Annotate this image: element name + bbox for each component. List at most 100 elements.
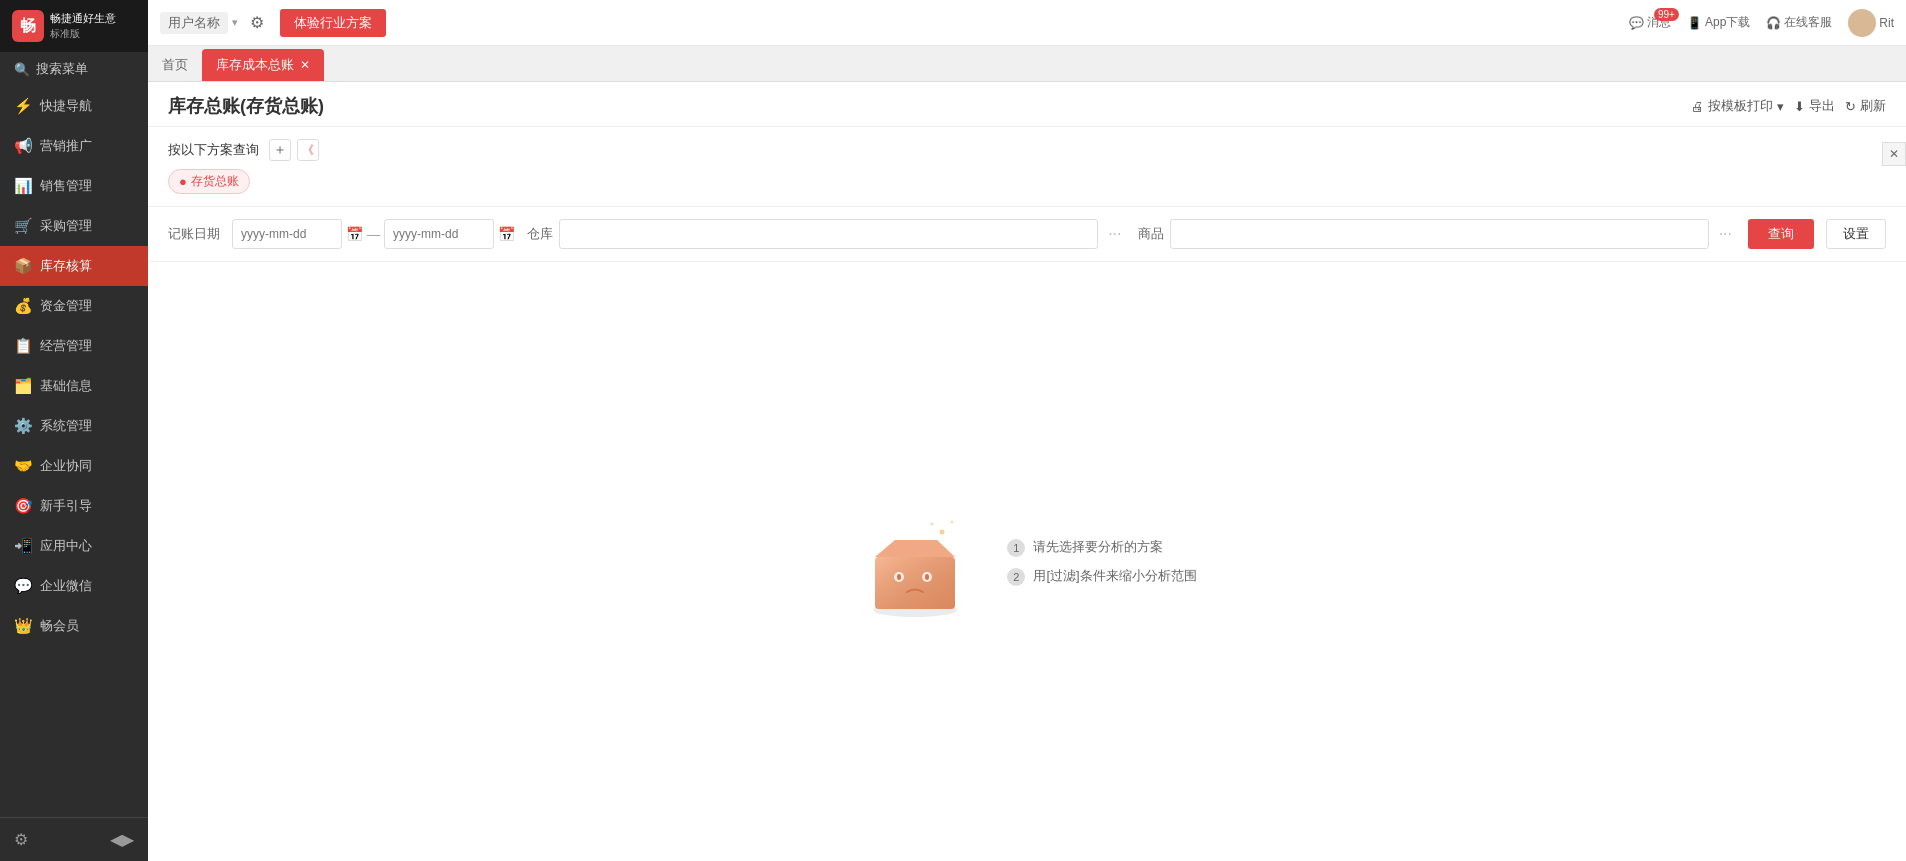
message-badge: 99+ [1654, 8, 1679, 21]
sidebar-item-marketing[interactable]: 📢 营销推广 [0, 126, 148, 166]
main-area: 用户名称 ▾ ⚙ 体验行业方案 💬 消息 99+ 📱 App下载 🎧 在线客服 … [148, 0, 1906, 861]
svg-point-9 [931, 522, 934, 525]
tab-home[interactable]: 首页 [148, 49, 202, 81]
date-start-input[interactable] [232, 219, 342, 249]
sidebar-item-finance[interactable]: 💰 资金管理 [0, 286, 148, 326]
empty-illustration [857, 502, 977, 622]
date-end-input[interactable] [384, 219, 494, 249]
step-2-circle: 2 [1007, 568, 1025, 586]
export-label: 导出 [1809, 97, 1835, 115]
sidebar-item-guide[interactable]: 🎯 新手引导 [0, 486, 148, 526]
headset-icon: 🎧 [1766, 16, 1781, 30]
date-separator: — [367, 227, 380, 242]
filter-collapse-btn[interactable]: 《 [297, 139, 319, 161]
sales-icon: 📊 [14, 177, 32, 195]
refresh-label: 刷新 [1860, 97, 1886, 115]
scheme-tag-icon: ● [179, 174, 187, 189]
print-chevron[interactable]: ▾ [1777, 99, 1784, 114]
filter-row: 按以下方案查询 ＋ 《 [168, 139, 1886, 161]
member-icon: 👑 [14, 617, 32, 635]
app-logo: 畅 畅捷通好生意 标准版 [0, 0, 148, 52]
tab-inventory-cost[interactable]: 库存成本总账 ✕ [202, 49, 324, 81]
sidebar-item-operation[interactable]: 📋 经营管理 [0, 326, 148, 366]
sidebar-item-sales[interactable]: 📊 销售管理 [0, 166, 148, 206]
inventory-cost-tab-label: 库存成本总账 [216, 56, 294, 74]
wechat-icon: 💬 [14, 577, 32, 595]
empty-state: 1 请先选择要分析的方案 2 用[过滤]条件来缩小分析范围 [148, 262, 1906, 861]
query-btn[interactable]: 查询 [1748, 219, 1814, 249]
sidebar-item-label: 销售管理 [40, 177, 92, 195]
panel-close-btn[interactable]: ✕ [1882, 142, 1906, 166]
message-btn[interactable]: 💬 消息 99+ [1629, 14, 1671, 31]
goods-more-btn[interactable]: ··· [1715, 225, 1736, 243]
print-label: 按模板打印 [1708, 97, 1773, 115]
sidebar-item-purchase[interactable]: 🛒 采购管理 [0, 206, 148, 246]
goods-label: 商品 [1138, 225, 1164, 243]
empty-hints: 1 请先选择要分析的方案 2 用[过滤]条件来缩小分析范围 [1007, 538, 1196, 586]
sidebar-item-label: 库存核算 [40, 257, 92, 275]
user-chevron[interactable]: ▾ [232, 16, 238, 29]
sidebar-item-label: 企业协同 [40, 457, 92, 475]
svg-rect-2 [875, 557, 955, 609]
sidebar-item-member[interactable]: 👑 畅会员 [0, 606, 148, 646]
sidebar-item-label: 畅会员 [40, 617, 79, 635]
sidebar-item-system[interactable]: ⚙️ 系统管理 [0, 406, 148, 446]
sidebar-item-label: 快捷导航 [40, 97, 92, 115]
filter-add-btn[interactable]: ＋ [269, 139, 291, 161]
online-service-btn[interactable]: 🎧 在线客服 [1766, 14, 1832, 31]
goods-input[interactable] [1170, 219, 1709, 249]
date-label: 记账日期 [168, 225, 220, 243]
calendar-start-icon[interactable]: 📅 [346, 226, 363, 242]
filter-label: 按以下方案查询 [168, 141, 259, 159]
search-label: 搜索菜单 [36, 60, 88, 78]
svg-point-8 [951, 520, 954, 523]
industry-btn[interactable]: 体验行业方案 [280, 9, 386, 37]
export-btn[interactable]: ⬇ 导出 [1794, 97, 1835, 115]
sidebar-item-app-center[interactable]: 📲 应用中心 [0, 526, 148, 566]
date-group: 📅 — 📅 [232, 219, 515, 249]
svg-point-7 [940, 529, 945, 534]
sidebar-item-quick-nav[interactable]: ⚡ 快捷导航 [0, 86, 148, 126]
warehouse-group: 仓库 ··· [527, 219, 1126, 249]
settings-icon[interactable]: ⚙ [14, 830, 28, 849]
svg-point-6 [925, 574, 929, 580]
warehouse-input[interactable] [559, 219, 1098, 249]
scheme-tag[interactable]: ● 存货总账 [168, 169, 250, 194]
message-icon: 💬 [1629, 16, 1644, 30]
topbar-right: 💬 消息 99+ 📱 App下载 🎧 在线客服 Rit [1629, 9, 1894, 37]
filter-area: 按以下方案查询 ＋ 《 ● 存货总账 [148, 127, 1906, 207]
svg-point-4 [897, 574, 901, 580]
print-template-btn[interactable]: 🖨 按模板打印 ▾ [1691, 97, 1784, 115]
sidebar-item-wechat[interactable]: 💬 企业微信 [0, 566, 148, 606]
calendar-end-icon[interactable]: 📅 [498, 226, 515, 242]
collapse-icon[interactable]: ◀▶ [110, 830, 134, 849]
empty-hint-1: 1 请先选择要分析的方案 [1007, 538, 1196, 557]
refresh-btn[interactable]: ↻ 刷新 [1845, 97, 1886, 115]
page-header-actions: 🖨 按模板打印 ▾ ⬇ 导出 ↻ 刷新 [1691, 97, 1886, 115]
user-avatar-area[interactable]: Rit [1848, 9, 1894, 37]
empty-hint-1-text: 请先选择要分析的方案 [1033, 538, 1163, 556]
sidebar-item-enterprise[interactable]: 🤝 企业协同 [0, 446, 148, 486]
system-icon: ⚙️ [14, 417, 32, 435]
sidebar-item-inventory[interactable]: 📦 库存核算 [0, 246, 148, 286]
warehouse-more-btn[interactable]: ··· [1104, 225, 1125, 243]
app-name: 畅捷通好生意 [50, 11, 116, 26]
step-1-circle: 1 [1007, 539, 1025, 557]
topbar-settings-icon[interactable]: ⚙ [250, 13, 264, 32]
sidebar-search[interactable]: 🔍 搜索菜单 [0, 52, 148, 86]
app-download-btn[interactable]: 📱 App下载 [1687, 14, 1750, 31]
page-title: 库存总账(存货总账) [168, 94, 324, 118]
filter-scheme-row: ● 存货总账 [168, 169, 1886, 194]
refresh-icon: ↻ [1845, 99, 1856, 114]
page-header: 库存总账(存货总账) 🖨 按模板打印 ▾ ⬇ 导出 ↻ 刷新 [148, 82, 1906, 127]
settings-btn[interactable]: 设置 [1826, 219, 1886, 249]
empty-hint-2-text: 用[过滤]条件来缩小分析范围 [1033, 567, 1196, 585]
sidebar-item-label: 资金管理 [40, 297, 92, 315]
user-name: 用户名称 [160, 12, 228, 34]
marketing-icon: 📢 [14, 137, 32, 155]
tab-close-icon[interactable]: ✕ [300, 58, 310, 72]
sidebar-item-basic[interactable]: 🗂️ 基础信息 [0, 366, 148, 406]
search-icon: 🔍 [14, 62, 30, 77]
finance-icon: 💰 [14, 297, 32, 315]
sidebar-item-label: 营销推广 [40, 137, 92, 155]
